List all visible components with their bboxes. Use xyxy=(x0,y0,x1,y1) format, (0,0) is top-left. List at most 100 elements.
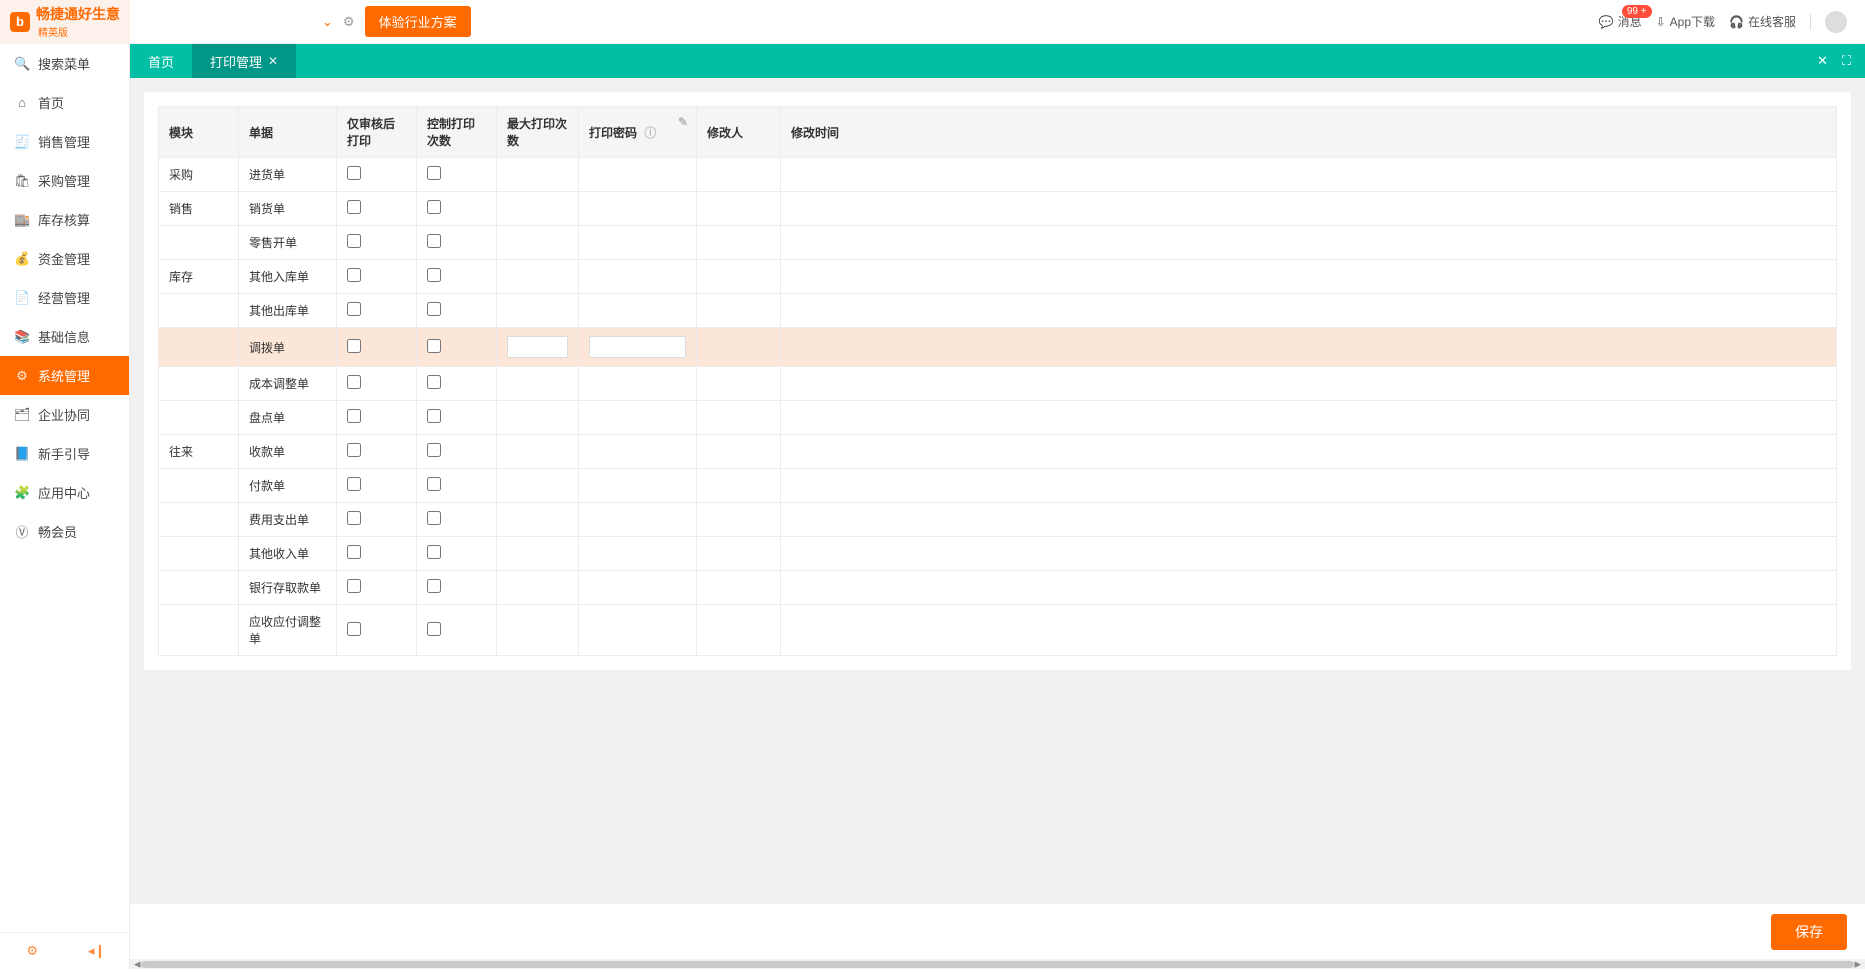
control-count-checkbox[interactable] xyxy=(427,622,441,636)
cell-password xyxy=(579,435,697,469)
audit-only-checkbox[interactable] xyxy=(347,622,361,636)
nav-operation[interactable]: 📄经营管理 xyxy=(0,278,129,317)
control-count-checkbox[interactable] xyxy=(427,339,441,353)
password-input[interactable] xyxy=(589,336,686,358)
content-scroll[interactable]: 模块 单据 仅审核后打印 控制打印次数 最大打印次数 打印密码 ⓘ ✎ 修改人 xyxy=(130,78,1865,903)
control-count-checkbox[interactable] xyxy=(427,443,441,457)
expand-icon: ⛶ xyxy=(1842,53,1851,68)
nav-sales[interactable]: 🧾销售管理 xyxy=(0,122,129,161)
tab-close-all-button[interactable]: ✕ xyxy=(1817,53,1828,69)
table-row: 应收应付调整单 xyxy=(159,605,1837,656)
audit-only-checkbox[interactable] xyxy=(347,302,361,316)
cell-modifier xyxy=(697,469,781,503)
cell-password xyxy=(579,401,697,435)
nav-label: 资金管理 xyxy=(38,249,90,268)
control-count-checkbox[interactable] xyxy=(427,375,441,389)
cell-modifier xyxy=(697,226,781,260)
audit-only-checkbox[interactable] xyxy=(347,443,361,457)
sidebar-settings-button[interactable]: ⚙ xyxy=(0,933,65,969)
help-icon[interactable]: ⓘ xyxy=(644,126,656,140)
scroll-left-icon[interactable]: ◂ xyxy=(134,956,141,972)
nav-search[interactable]: 🔍搜索菜单 xyxy=(0,44,129,83)
col-modify-time: 修改时间 xyxy=(781,107,1837,158)
cell-module xyxy=(159,571,239,605)
save-button[interactable]: 保存 xyxy=(1771,914,1847,950)
cell-control-count xyxy=(417,158,497,192)
control-count-checkbox[interactable] xyxy=(427,545,441,559)
cell-module xyxy=(159,605,239,656)
cell-module xyxy=(159,226,239,260)
audit-only-checkbox[interactable] xyxy=(347,200,361,214)
control-count-checkbox[interactable] xyxy=(427,579,441,593)
audit-only-checkbox[interactable] xyxy=(347,234,361,248)
audit-only-checkbox[interactable] xyxy=(347,545,361,559)
chevron-down-icon[interactable]: ⌄ xyxy=(322,14,333,30)
cell-max-count xyxy=(497,158,579,192)
table-row: 银行存取款单 xyxy=(159,571,1837,605)
nav-home[interactable]: ⌂首页 xyxy=(0,83,129,122)
nav-icon: 🏬 xyxy=(14,212,30,228)
control-count-checkbox[interactable] xyxy=(427,268,441,282)
table-row: 付款单 xyxy=(159,469,1837,503)
audit-only-checkbox[interactable] xyxy=(347,268,361,282)
cell-modifier xyxy=(697,401,781,435)
tab-fullscreen-button[interactable]: ⛶ xyxy=(1842,53,1851,69)
table-row: 销售销货单 xyxy=(159,192,1837,226)
nav-inventory[interactable]: 🏬库存核算 xyxy=(0,200,129,239)
audit-only-checkbox[interactable] xyxy=(347,579,361,593)
nav-apps[interactable]: 🧩应用中心 xyxy=(0,473,129,512)
control-count-checkbox[interactable] xyxy=(427,302,441,316)
cell-doc: 其他收入单 xyxy=(239,537,337,571)
horizontal-scrollbar[interactable]: ◂ ▸ xyxy=(130,959,1865,969)
main-area: 首页打印管理✕ ✕ ⛶ 模块 单据 仅审核后打印 xyxy=(130,0,1865,969)
top-header: b 畅捷通好生意 精英版 ⌄ ⚙ 体验行业方案 💬 消息 99 + ⇩ App下… xyxy=(0,0,1865,44)
cell-module xyxy=(159,401,239,435)
cell-modify-time xyxy=(781,158,1837,192)
edit-icon[interactable]: ✎ xyxy=(678,115,688,129)
audit-only-checkbox[interactable] xyxy=(347,511,361,525)
nav-basic[interactable]: 📚基础信息 xyxy=(0,317,129,356)
nav-purchase[interactable]: 🛍采购管理 xyxy=(0,161,129,200)
nav-label: 系统管理 xyxy=(38,366,90,385)
control-count-checkbox[interactable] xyxy=(427,200,441,214)
nav-funds[interactable]: 💰 资金管理 xyxy=(0,239,129,278)
messages-button[interactable]: 💬 消息 99 + xyxy=(1599,13,1642,30)
control-count-checkbox[interactable] xyxy=(427,477,441,491)
nav-vip[interactable]: Ⓥ畅会员 xyxy=(0,512,129,551)
user-menu[interactable] xyxy=(1825,11,1851,33)
cell-doc: 收款单 xyxy=(239,435,337,469)
scroll-right-icon[interactable]: ▸ xyxy=(1854,956,1861,972)
audit-only-checkbox[interactable] xyxy=(347,477,361,491)
cell-password xyxy=(579,469,697,503)
nav-icon: 💰 xyxy=(14,251,30,267)
app-download-button[interactable]: ⇩ App下载 xyxy=(1656,13,1715,30)
download-label: App下载 xyxy=(1670,13,1715,30)
control-count-checkbox[interactable] xyxy=(427,511,441,525)
nav-icon: 🛍 xyxy=(14,173,30,189)
scrollbar-track[interactable] xyxy=(141,961,1855,968)
cell-control-count xyxy=(417,435,497,469)
cell-audit-only xyxy=(337,503,417,537)
online-service-button[interactable]: 🎧 在线客服 xyxy=(1729,13,1796,30)
audit-only-checkbox[interactable] xyxy=(347,166,361,180)
tab-close-icon[interactable]: ✕ xyxy=(268,54,278,68)
cell-modifier xyxy=(697,192,781,226)
audit-only-checkbox[interactable] xyxy=(347,375,361,389)
control-count-checkbox[interactable] xyxy=(427,409,441,423)
max-count-input[interactable] xyxy=(507,336,568,358)
try-industry-button[interactable]: 体验行业方案 xyxy=(365,6,471,37)
nav-system[interactable]: ⚙系统管理 xyxy=(0,356,129,395)
tab-打印管理[interactable]: 打印管理✕ xyxy=(192,44,296,78)
nav-collab[interactable]: 🗂企业协同 xyxy=(0,395,129,434)
nav-icon: 📚 xyxy=(14,329,30,345)
sidebar-collapse-button[interactable]: ◂❙ xyxy=(65,933,130,969)
cell-audit-only xyxy=(337,328,417,367)
gear-icon[interactable]: ⚙ xyxy=(343,14,355,30)
nav-guide[interactable]: 📘新手引导 xyxy=(0,434,129,473)
tab-首页[interactable]: 首页 xyxy=(130,44,192,78)
control-count-checkbox[interactable] xyxy=(427,166,441,180)
audit-only-checkbox[interactable] xyxy=(347,409,361,423)
brand-logo[interactable]: b 畅捷通好生意 精英版 xyxy=(0,0,130,44)
control-count-checkbox[interactable] xyxy=(427,234,441,248)
audit-only-checkbox[interactable] xyxy=(347,339,361,353)
